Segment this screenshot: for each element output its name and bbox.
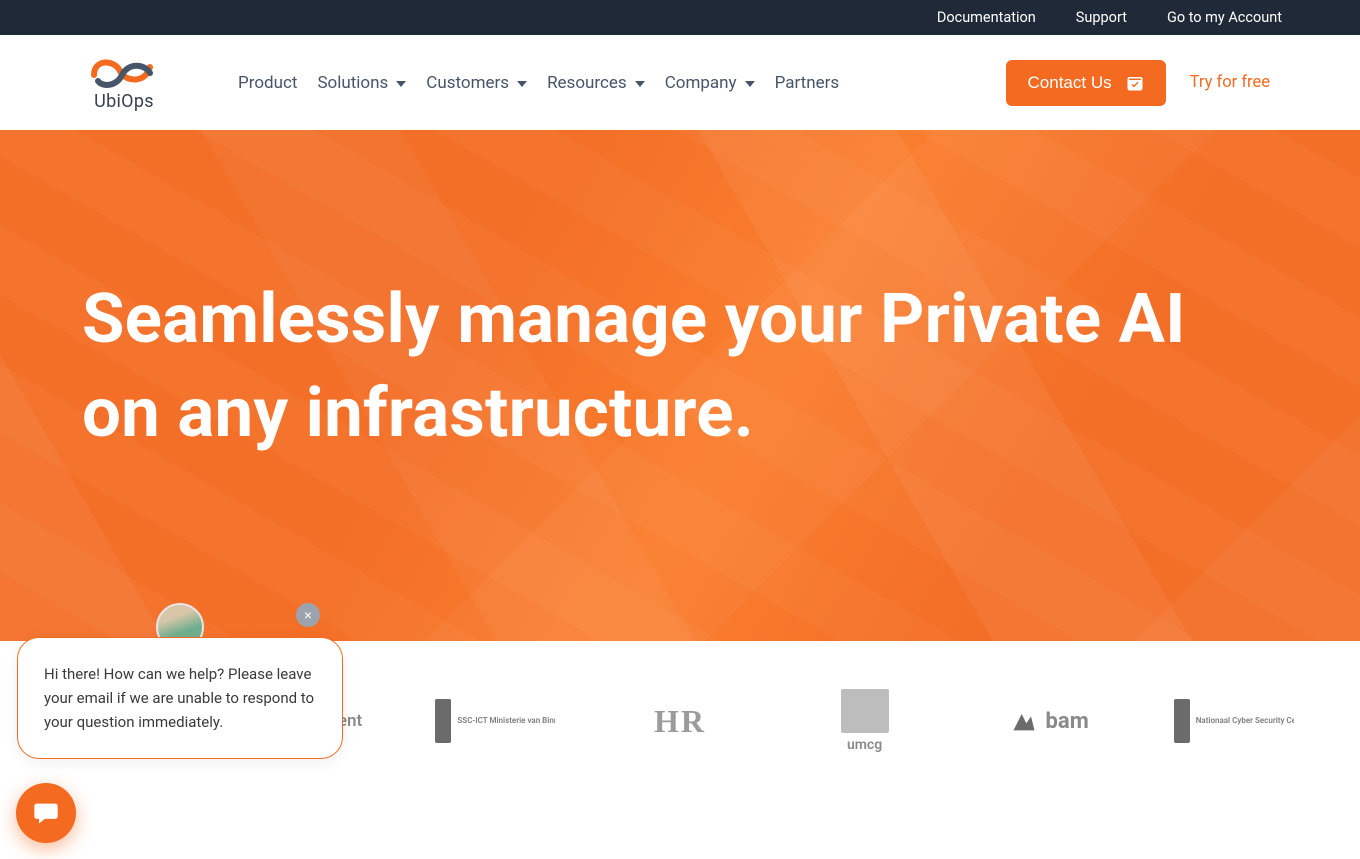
nav-actions: Contact Us Try for free [1006, 60, 1270, 106]
client-label: HR [654, 703, 706, 740]
nav-item-partners[interactable]: Partners [775, 73, 840, 93]
try-for-free-link[interactable]: Try for free [1190, 73, 1270, 92]
client-logo-bam: bam [983, 707, 1116, 735]
chat-bubble[interactable]: Hi there! How can we help? Please leave … [17, 637, 343, 759]
nav-label: Company [665, 73, 737, 93]
brand-name: UbiOps [94, 91, 154, 112]
brand-logo[interactable]: UbiOps [90, 53, 158, 112]
chevron-down-icon [745, 81, 755, 87]
chevron-down-icon [635, 81, 645, 87]
topbar-link-account[interactable]: Go to my Account [1167, 9, 1282, 26]
client-label: umcg [847, 737, 882, 753]
client-label: SSC-ICT Ministerie van Binnenlandse Zake… [457, 716, 555, 725]
client-logo-ssc-ict: SSC-ICT Ministerie van Binnenlandse Zake… [429, 699, 562, 743]
hero-headline: Seamlessly manage your Private AI on any… [82, 272, 1202, 458]
nav-label: Customers [426, 73, 509, 93]
topbar-link-support[interactable]: Support [1076, 9, 1127, 26]
calendar-check-icon [1126, 74, 1144, 92]
bam-icon [1010, 707, 1038, 735]
client-logo-ncsc: Nationaal Cyber Security Centrum Ministe… [1167, 699, 1300, 743]
nav-label: Resources [547, 73, 627, 93]
crest-icon [1174, 699, 1190, 743]
utility-bar: Documentation Support Go to my Account [0, 0, 1360, 35]
logo-mark-icon [90, 53, 158, 89]
topbar-link-documentation[interactable]: Documentation [937, 9, 1036, 26]
client-logo-umcg: umcg [798, 689, 931, 753]
client-label: Nationaal Cyber Security Centrum Ministe… [1196, 716, 1294, 725]
client-label: bam [1046, 709, 1089, 734]
contact-button-label: Contact Us [1028, 73, 1112, 93]
nav-item-product[interactable]: Product [238, 73, 297, 93]
main-nav: UbiOps Product Solutions Customers Resou… [0, 35, 1360, 130]
nav-item-customers[interactable]: Customers [426, 73, 527, 93]
nav-item-resources[interactable]: Resources [547, 73, 645, 93]
client-logo-hr: HR [614, 703, 747, 740]
chat-close-button[interactable]: × [296, 603, 320, 627]
chevron-down-icon [517, 81, 527, 87]
nav-items: Product Solutions Customers Resources Co… [238, 73, 970, 93]
chat-greeting: Hi there! How can we help? Please leave … [44, 665, 314, 731]
nav-label: Product [238, 73, 297, 93]
nav-item-solutions[interactable]: Solutions [317, 73, 406, 93]
crest-icon [841, 689, 889, 733]
chat-launcher-button[interactable] [16, 783, 76, 843]
chevron-down-icon [396, 81, 406, 87]
close-icon: × [304, 607, 312, 623]
contact-button[interactable]: Contact Us [1006, 60, 1166, 106]
nav-label: Solutions [317, 73, 388, 93]
crest-icon [435, 699, 451, 743]
hero: Seamlessly manage your Private AI on any… [0, 130, 1360, 641]
chat-icon [32, 799, 60, 827]
nav-label: Partners [775, 73, 840, 93]
nav-item-company[interactable]: Company [665, 73, 755, 93]
